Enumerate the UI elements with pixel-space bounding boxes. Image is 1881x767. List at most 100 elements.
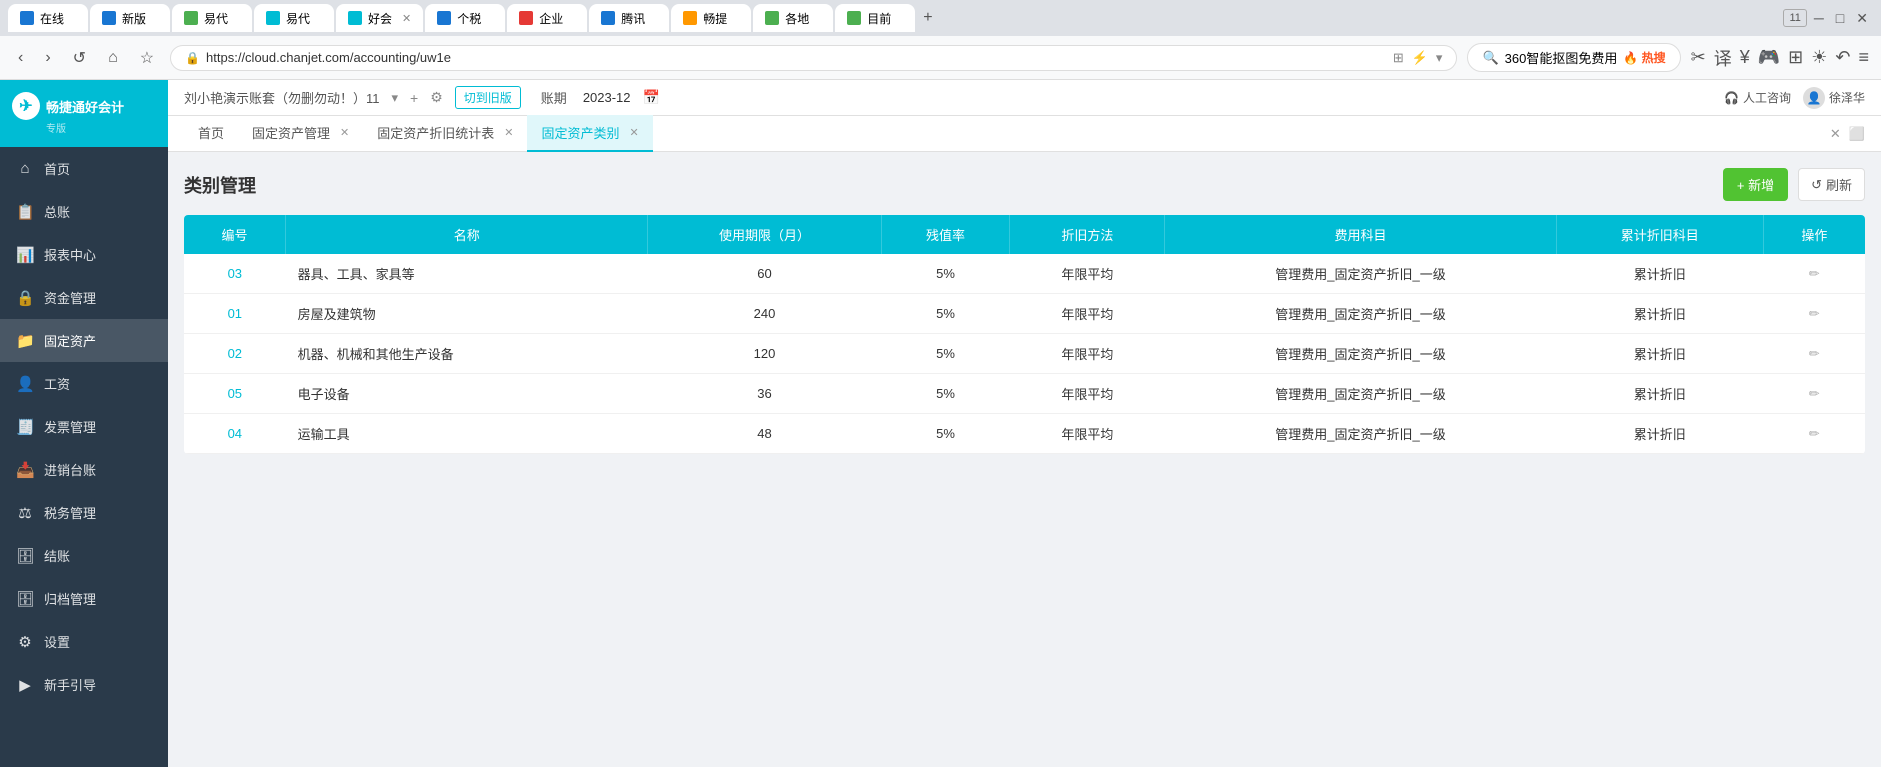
row5-name: 运输工具: [286, 414, 648, 454]
tutorial-icon: ▶: [16, 676, 34, 694]
undo-icon[interactable]: ↶: [1835, 47, 1850, 68]
edit-icon-4[interactable]: ✏: [1809, 386, 1820, 401]
settings-icon: ⚙: [16, 633, 34, 651]
edit-icon-2[interactable]: ✏: [1809, 306, 1820, 321]
dropdown-icon[interactable]: ▾: [392, 90, 399, 106]
tab-label: 腾讯: [621, 10, 645, 27]
search-icon: 🔍: [1482, 50, 1498, 66]
new-tab-button[interactable]: +: [917, 9, 938, 27]
sidebar-item-ledger[interactable]: 📋 总账: [0, 190, 168, 233]
switch-version-button[interactable]: 切到旧版: [455, 86, 521, 109]
page-tab-home[interactable]: 首页: [184, 115, 238, 152]
address-dropdown-icon[interactable]: ▾: [1436, 50, 1443, 66]
browser-tab-2[interactable]: 新版: [90, 4, 170, 32]
edit-icon-5[interactable]: ✏: [1809, 426, 1820, 441]
row1-action[interactable]: ✏: [1763, 254, 1865, 294]
sidebar-item-archive[interactable]: 🗄 归档管理: [0, 577, 168, 620]
scissors-icon[interactable]: ✂: [1691, 47, 1706, 68]
browser-tab-5[interactable]: 好会 ✕: [336, 4, 423, 32]
page-tab-assets-mgmt-close[interactable]: ✕: [340, 126, 349, 139]
edit-icon-3[interactable]: ✏: [1809, 346, 1820, 361]
headset-icon: 🎧: [1724, 91, 1739, 105]
forward-button[interactable]: ›: [39, 45, 56, 71]
page-tab-category-close[interactable]: ✕: [630, 126, 639, 139]
menu-icon[interactable]: ≡: [1858, 47, 1869, 68]
user-name: 徐泽华: [1829, 89, 1865, 106]
page-tab-depreciation[interactable]: 固定资产折旧统计表 ✕: [363, 115, 527, 152]
sidebar-item-tax[interactable]: ⚖ 税务管理: [0, 491, 168, 534]
sidebar-item-invoice[interactable]: 🧾 发票管理: [0, 405, 168, 448]
browser-tab-4[interactable]: 易代: [254, 4, 334, 32]
home-button[interactable]: ⌂: [102, 45, 124, 71]
sidebar-item-tutorial[interactable]: ▶ 新手引导: [0, 663, 168, 706]
browser-tab-6[interactable]: 个税: [425, 4, 505, 32]
lightning-icon[interactable]: ⚡: [1412, 50, 1428, 66]
sidebar-item-home[interactable]: ⌂ 首页: [0, 147, 168, 190]
period-label: 账期: [541, 88, 567, 107]
search-box[interactable]: 🔍 360智能抠图免费用 🔥 热搜: [1467, 43, 1680, 72]
row3-action[interactable]: ✏: [1763, 334, 1865, 374]
app-edition: 专版: [46, 120, 66, 135]
add-account-icon[interactable]: +: [410, 90, 418, 106]
site-info-icon[interactable]: ⊞: [1393, 50, 1404, 66]
service-button[interactable]: 🎧 人工咨询: [1724, 89, 1791, 106]
row3-rate: 5%: [881, 334, 1010, 374]
refresh-button[interactable]: ↺ 刷新: [1798, 168, 1865, 201]
browser-tab-8[interactable]: 腾讯: [589, 4, 669, 32]
sidebar-label-reports: 报表中心: [44, 245, 96, 264]
user-avatar-area[interactable]: 👤 徐泽华: [1803, 87, 1865, 109]
sidebar-item-fixed-assets[interactable]: 📁 固定资产: [0, 319, 168, 362]
tab-actions: ✕ ⬜: [1830, 126, 1865, 142]
browser-tab-9[interactable]: 畅提: [671, 4, 751, 32]
row2-action[interactable]: ✏: [1763, 294, 1865, 334]
wallet-icon[interactable]: ¥: [1740, 47, 1750, 68]
page-tab-depreciation-close[interactable]: ✕: [504, 126, 513, 139]
sidebar-item-closing[interactable]: 🗄 结账: [0, 534, 168, 577]
back-button[interactable]: ‹: [12, 45, 29, 71]
window-minimize[interactable]: ─: [1809, 8, 1829, 28]
address-input-box[interactable]: 🔒 https://cloud.chanjet.com/accounting/u…: [170, 45, 1457, 71]
tab-expand-icon[interactable]: ⬜: [1849, 126, 1865, 142]
tab-label: 易代: [286, 10, 310, 27]
sidebar-item-inventory[interactable]: 📥 进销台账: [0, 448, 168, 491]
sidebar-label-inventory: 进销台账: [44, 460, 96, 479]
translate-icon[interactable]: 译: [1714, 45, 1732, 71]
sidebar-item-settings[interactable]: ⚙ 设置: [0, 620, 168, 663]
browser-tab-11[interactable]: 目前: [835, 4, 915, 32]
browser-tab-7[interactable]: 企业: [507, 4, 587, 32]
period-value: 2023-12: [583, 90, 631, 105]
tab-close-all-icon[interactable]: ✕: [1830, 126, 1841, 142]
search-label: 360智能抠图免费用: [1505, 48, 1618, 67]
sidebar-item-payroll[interactable]: 👤 工资: [0, 362, 168, 405]
page-tab-assets-mgmt[interactable]: 固定资产管理 ✕: [238, 115, 363, 152]
add-button[interactable]: + 新增: [1723, 168, 1788, 201]
reload-button[interactable]: ↺: [67, 44, 92, 72]
sidebar-item-funds[interactable]: 🔒 资金管理: [0, 276, 168, 319]
grid-icon[interactable]: ⊞: [1788, 47, 1803, 68]
sun-icon[interactable]: ☀: [1811, 47, 1827, 68]
tab-close-icon[interactable]: ✕: [402, 12, 411, 25]
tab-label: 新版: [122, 10, 146, 27]
tab-favicon: [519, 11, 533, 25]
bookmark-button[interactable]: ☆: [134, 44, 160, 72]
sidebar-item-reports[interactable]: 📊 报表中心: [0, 233, 168, 276]
window-close[interactable]: ✕: [1851, 8, 1873, 29]
browser-tab-3[interactable]: 易代: [172, 4, 252, 32]
funds-icon: 🔒: [16, 289, 34, 307]
browser-tab-1[interactable]: 在线: [8, 4, 88, 32]
row4-accum: 累计折旧: [1556, 374, 1763, 414]
payroll-icon: 👤: [16, 375, 34, 393]
sidebar-label-fixed-assets: 固定资产: [44, 331, 96, 350]
calendar-icon[interactable]: 📅: [643, 89, 660, 106]
refresh-label: 刷新: [1826, 175, 1852, 194]
row2-code: 01: [184, 294, 286, 334]
row4-action[interactable]: ✏: [1763, 374, 1865, 414]
settings-gear-icon[interactable]: ⚙: [430, 89, 443, 106]
browser-tab-10[interactable]: 各地: [753, 4, 833, 32]
edit-icon-1[interactable]: ✏: [1809, 266, 1820, 281]
page-tab-category[interactable]: 固定资产类别 ✕: [527, 115, 652, 152]
window-restore[interactable]: □: [1831, 8, 1849, 28]
window-tab-count[interactable]: 11: [1783, 9, 1806, 27]
game-icon[interactable]: 🎮: [1758, 47, 1780, 68]
row5-action[interactable]: ✏: [1763, 414, 1865, 454]
